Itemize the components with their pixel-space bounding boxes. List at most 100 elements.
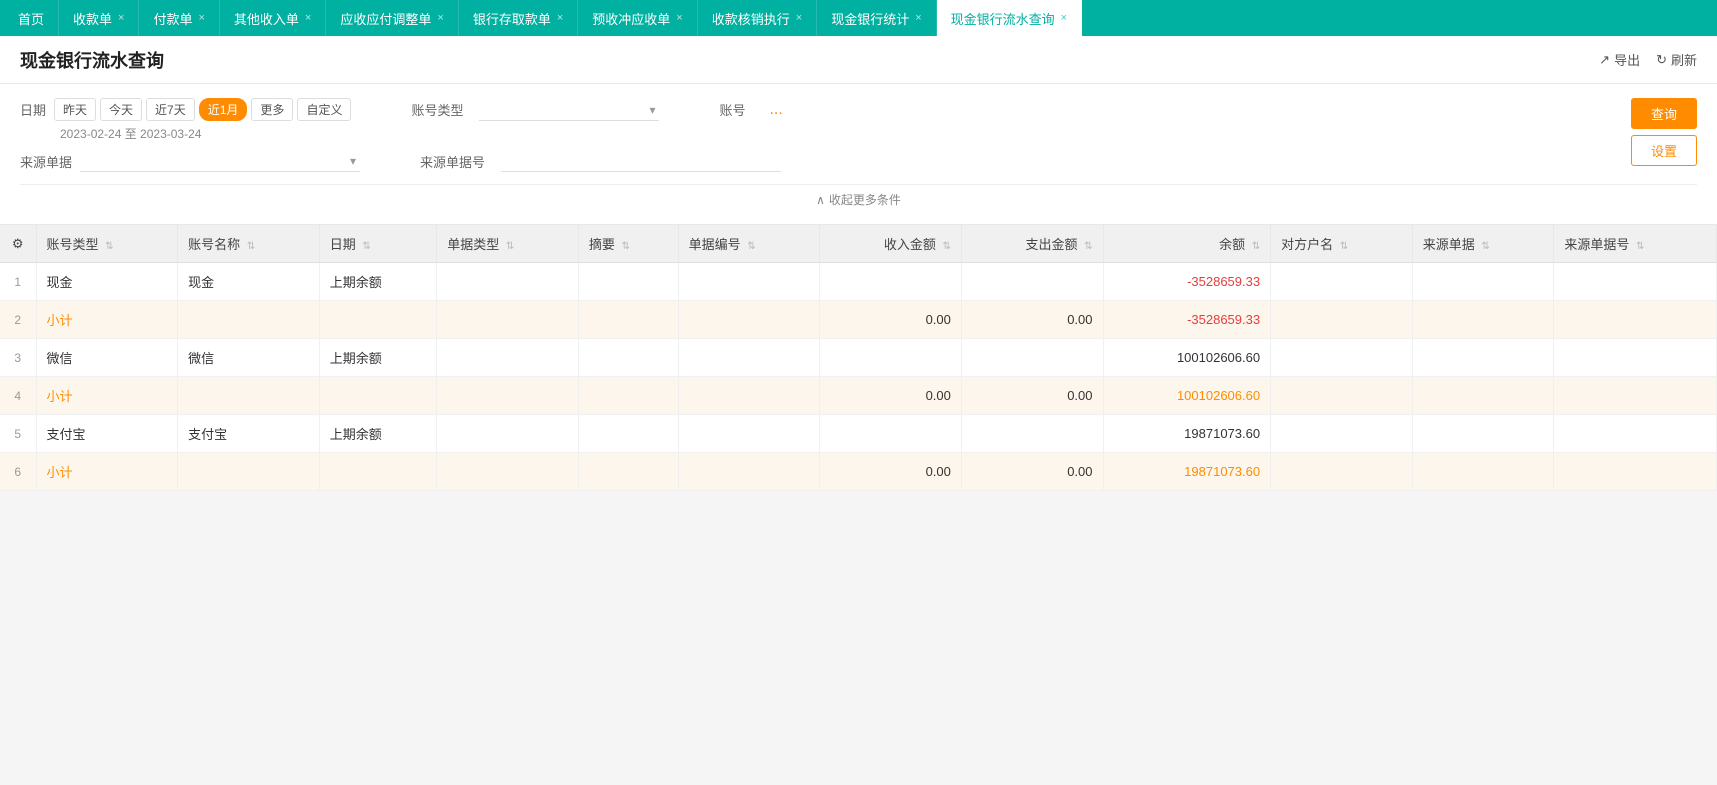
account-type-label: 账号类型 [411, 100, 463, 119]
nav-tab-yingshoutiaozheng[interactable]: 应收应付调整单 × [326, 0, 458, 36]
th-balance[interactable]: 余额 ⇅ [1103, 225, 1271, 263]
cell-counter-party [1271, 263, 1413, 301]
cell-date [319, 453, 436, 491]
cell-date: 上期余额 [319, 263, 436, 301]
cell-income [820, 263, 962, 301]
nav-home[interactable]: 首页 [4, 0, 59, 36]
cell-date: 上期余额 [319, 415, 436, 453]
nav-tab-fukuan[interactable]: 付款单 × [139, 0, 219, 36]
date-btn-yesterday[interactable]: 昨天 [54, 98, 96, 121]
query-button[interactable]: 查询 [1631, 98, 1697, 129]
cell-date [319, 301, 436, 339]
row-num: 1 [0, 263, 36, 301]
close-icon[interactable]: × [305, 12, 311, 24]
nav-tab-shoukuanhexiao[interactable]: 收款核销执行 × [698, 0, 817, 36]
cell-expense [961, 339, 1103, 377]
table-container: ⚙ 账号类型 ⇅ 账号名称 ⇅ 日期 ⇅ 单据类型 ⇅ [0, 225, 1717, 491]
date-btn-7days[interactable]: 近7天 [146, 98, 195, 121]
nav-tab-liushui[interactable]: 现金银行流水查询 × [937, 0, 1082, 36]
cell-doc-type [437, 415, 579, 453]
nav-tab-xianjintongji[interactable]: 现金银行统计 × [817, 0, 936, 36]
th-account-type[interactable]: 账号类型 ⇅ [36, 225, 178, 263]
th-income[interactable]: 收入金额 ⇅ [820, 225, 962, 263]
th-source-doc[interactable]: 来源单据 ⇅ [1412, 225, 1554, 263]
date-btn-today[interactable]: 今天 [100, 98, 142, 121]
date-btn-more[interactable]: 更多 [251, 98, 293, 121]
source-doc-select-wrapper [80, 150, 360, 172]
cell-source-doc-no [1554, 339, 1717, 377]
cell-summary [578, 301, 678, 339]
cell-account-name [178, 377, 320, 415]
cell-income [820, 339, 962, 377]
sort-icon: ⇅ [1636, 241, 1644, 252]
refresh-button[interactable]: ↻ 刷新 [1656, 50, 1697, 69]
th-expense[interactable]: 支出金额 ⇅ [961, 225, 1103, 263]
cell-doc-type [437, 301, 579, 339]
account-label: 账号 [719, 100, 745, 119]
cell-summary [578, 415, 678, 453]
th-source-doc-no[interactable]: 来源单据号 ⇅ [1554, 225, 1717, 263]
nav-tab-shoukuan[interactable]: 收款单 × [59, 0, 139, 36]
sort-icon: ⇅ [747, 241, 755, 252]
nav-tab-yushou[interactable]: 预收冲应收单 × [578, 0, 697, 36]
cell-balance: 100102606.60 [1103, 339, 1271, 377]
th-date[interactable]: 日期 ⇅ [319, 225, 436, 263]
close-icon[interactable]: × [557, 12, 563, 24]
th-account-name[interactable]: 账号名称 ⇅ [178, 225, 320, 263]
cell-account-type: 支付宝 [36, 415, 178, 453]
date-range-text: 2023-02-24 至 2023-03-24 [60, 127, 201, 141]
cell-doc-no [678, 377, 820, 415]
sort-icon: ⇅ [105, 241, 113, 252]
th-doc-type[interactable]: 单据类型 ⇅ [437, 225, 579, 263]
close-icon[interactable]: × [676, 12, 682, 24]
top-nav: 首页 收款单 × 付款单 × 其他收入单 × 应收应付调整单 × 银行存取款单 … [0, 0, 1717, 36]
source-doc-select[interactable] [80, 150, 360, 172]
nav-tab-qitashouru[interactable]: 其他收入单 × [220, 0, 326, 36]
account-type-select[interactable] [479, 99, 659, 121]
cell-source-doc [1412, 453, 1554, 491]
th-counter-party[interactable]: 对方户名 ⇅ [1271, 225, 1413, 263]
source-doc-no-input[interactable] [501, 150, 781, 172]
close-icon[interactable]: × [796, 12, 802, 24]
cell-source-doc [1412, 263, 1554, 301]
collapse-icon: ∧ [816, 193, 825, 207]
close-icon[interactable]: × [118, 12, 124, 24]
cell-balance: 19871073.60 [1103, 415, 1271, 453]
cell-income: 0.00 [820, 301, 962, 339]
date-btn-custom[interactable]: 自定义 [297, 98, 351, 121]
account-more-button[interactable]: ... [769, 101, 782, 119]
close-icon[interactable]: × [1061, 12, 1067, 24]
row-num: 5 [0, 415, 36, 453]
source-doc-no-section: 来源单据号 [420, 150, 781, 172]
collapse-button[interactable]: ∧ 收起更多条件 [816, 191, 901, 208]
close-icon[interactable]: × [437, 12, 443, 24]
cell-expense: 0.00 [961, 301, 1103, 339]
cell-income: 0.00 [820, 377, 962, 415]
cell-source-doc [1412, 377, 1554, 415]
cell-account-name: 微信 [178, 339, 320, 377]
export-button[interactable]: ↗ 导出 [1599, 50, 1640, 69]
cell-source-doc [1412, 415, 1554, 453]
close-icon[interactable]: × [915, 12, 921, 24]
nav-tab-yinhang[interactable]: 银行存取款单 × [459, 0, 578, 36]
cell-summary [578, 263, 678, 301]
date-btn-1month[interactable]: 近1月 [199, 98, 248, 121]
cell-doc-no [678, 415, 820, 453]
th-doc-no[interactable]: 单据编号 ⇅ [678, 225, 820, 263]
cell-counter-party [1271, 453, 1413, 491]
cell-income [820, 415, 962, 453]
cell-account-type: 微信 [36, 339, 178, 377]
cell-expense [961, 263, 1103, 301]
cell-doc-no [678, 263, 820, 301]
th-gear[interactable]: ⚙ [0, 225, 36, 263]
row-num: 4 [0, 377, 36, 415]
row-num: 2 [0, 301, 36, 339]
close-icon[interactable]: × [198, 12, 204, 24]
sort-icon: ⇅ [247, 241, 255, 252]
table-row: 4 小计 0.00 0.00 100102606.60 [0, 377, 1717, 415]
cell-source-doc [1412, 339, 1554, 377]
date-label: 日期 [20, 100, 46, 119]
cell-source-doc-no [1554, 301, 1717, 339]
settings-button[interactable]: 设置 [1631, 135, 1697, 166]
th-summary[interactable]: 摘要 ⇅ [578, 225, 678, 263]
